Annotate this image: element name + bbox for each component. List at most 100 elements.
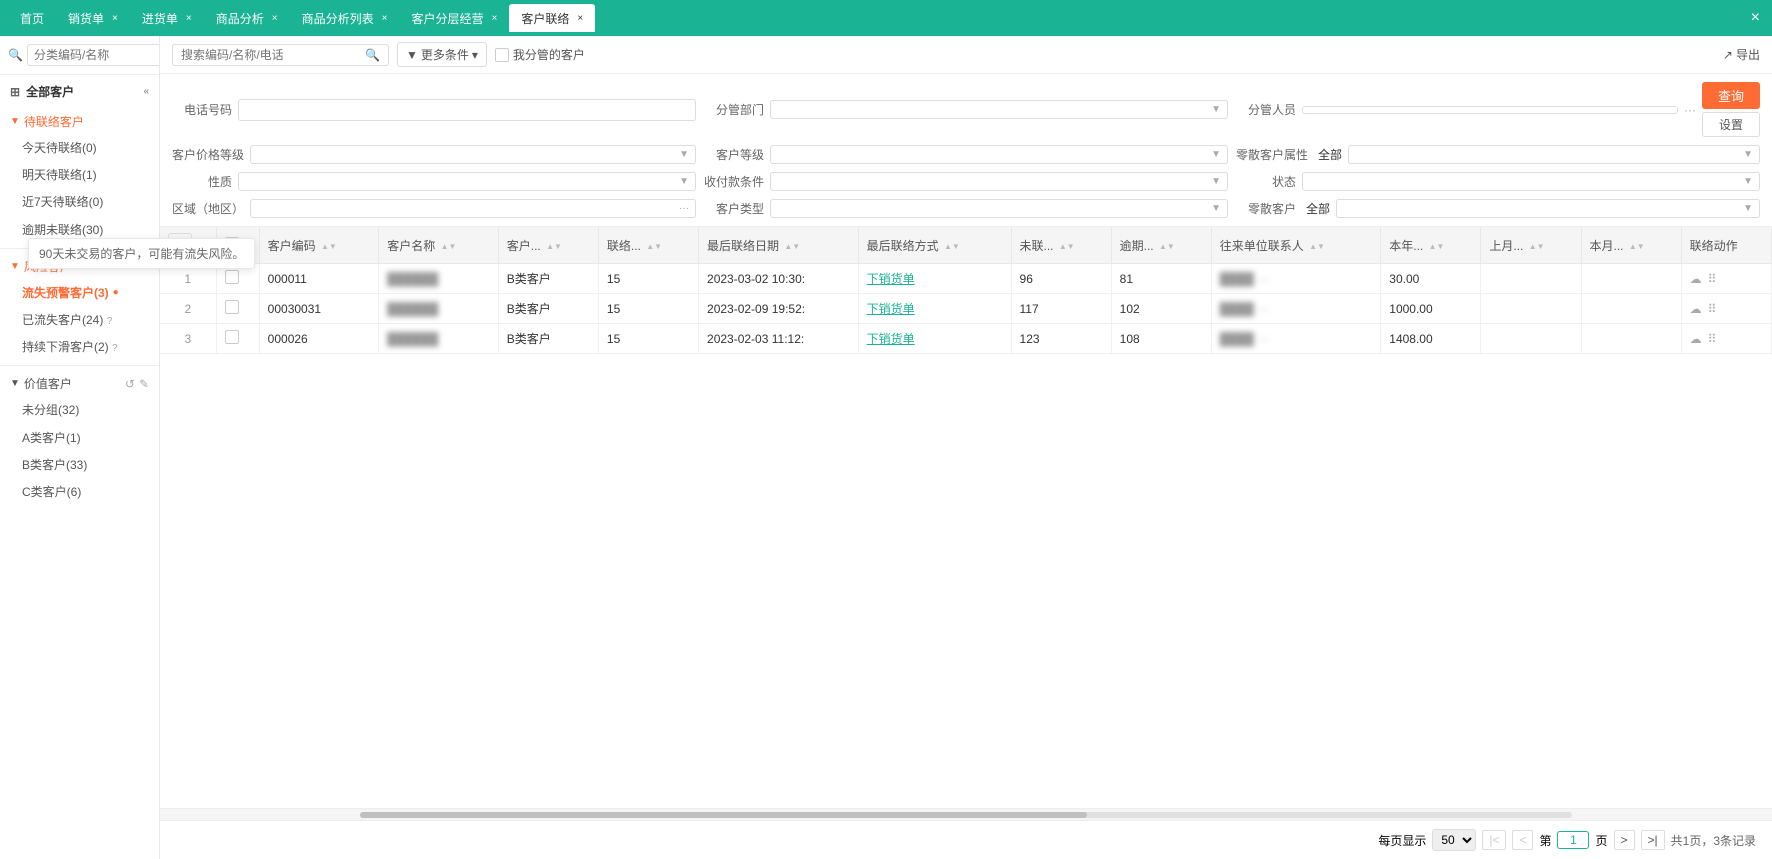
region-select[interactable]: ··· [250,199,696,218]
search-input[interactable] [181,48,361,62]
action-chat-icon-2[interactable]: ☁ [1690,332,1702,346]
page-size-select[interactable]: 50 [1432,829,1476,851]
sort-icon-uncontacted[interactable]: ▲▼ [1059,242,1075,251]
first-page-btn[interactable]: |< [1482,830,1506,850]
sidebar-item-c-class[interactable]: C类客户(6) [0,479,159,506]
sidebar-item-churn-warning[interactable]: 流失预警客户(3) ● [0,280,159,307]
contact-type-link-0[interactable]: 下销货单 [867,272,915,286]
sort-icon-type[interactable]: ▲▼ [546,242,562,251]
sidebar-item-declining[interactable]: 持续下滑客户(2) ? [0,334,159,361]
churn-tooltip: 90天未交易的客户，可能有流失风险。 [28,238,160,269]
scroll-track [360,812,1572,818]
row-this-month-1 [1581,294,1681,324]
tab-customer-contact[interactable]: 客户联络 × [509,4,595,32]
row-select-0[interactable] [225,270,239,284]
my-customers-check[interactable] [495,48,509,62]
customer-type-select[interactable]: ▼ [770,199,1228,218]
last-page-btn[interactable]: >| [1641,830,1665,850]
close-tab-customer-contact[interactable]: × [577,13,583,24]
next-page-btn[interactable]: > [1614,830,1635,850]
sort-icon-contacts[interactable]: ▲▼ [646,242,662,251]
sort-icon-name[interactable]: ▲▼ [441,242,457,251]
retail-attr-select[interactable]: ▼ [1348,145,1760,164]
row-this-year-2: 1408.00 [1381,324,1481,354]
retail-customer-select[interactable]: ▼ [1336,199,1760,218]
sidebar-item-today[interactable]: 今天待联络(0) [0,135,159,162]
row-overdue-1: 102 [1111,294,1211,324]
sidebar-item-churned[interactable]: 已流失客户(24) ? [0,307,159,334]
contact-type-link-1[interactable]: 下销货单 [867,302,915,316]
status-select[interactable]: ▼ [1302,172,1760,191]
close-tab-sales[interactable]: × [112,13,118,24]
horizontal-scrollbar[interactable] [160,808,1772,820]
query-button[interactable]: 查询 [1702,82,1760,109]
tab-purchase[interactable]: 进货单 × [130,4,204,32]
close-tab-customer-tier[interactable]: × [491,13,497,24]
close-tab-purchase[interactable]: × [186,13,192,24]
phone-input[interactable] [238,99,696,121]
tab-product-list[interactable]: 商品分析列表 × [290,4,400,32]
action-more-icon-0[interactable]: ⠿ [1708,272,1717,286]
manager-select[interactable] [1302,106,1678,114]
close-window-button[interactable]: × [1747,5,1764,31]
sidebar-group-pending[interactable]: ▼ 待联络客户 [0,108,159,135]
action-chat-icon-1[interactable]: ☁ [1690,302,1702,316]
customer-grade-select[interactable]: ▼ [770,145,1228,164]
sidebar-search-icon: 🔍 [8,48,23,62]
refresh-icon[interactable]: ↺ [125,377,135,391]
payment-select[interactable]: ▼ [770,172,1228,191]
row-select-2[interactable] [225,330,239,344]
col-overdue: 逾期... ▲▼ [1111,227,1211,264]
gender-select[interactable]: ▼ [238,172,696,191]
my-customers-checkbox[interactable]: 我分管的客户 [495,46,585,63]
sidebar-item-b-class[interactable]: B类客户(33) [0,452,159,479]
retail-attr-label: 零散客户属性 [1236,146,1308,163]
sort-icon-this-month[interactable]: ▲▼ [1629,242,1645,251]
tab-customer-tier[interactable]: 客户分层经营 × [399,4,509,32]
manager-more-dots[interactable]: ··· [1684,103,1696,117]
search-execute-icon[interactable]: 🔍 [365,48,380,62]
sidebar-collapse-btn[interactable]: « [143,86,149,97]
sidebar-search-input[interactable] [27,44,160,66]
settings-button[interactable]: 设置 [1702,112,1760,137]
retail-customer-value: 全部 [1306,200,1330,217]
sort-icon-last-type[interactable]: ▲▼ [944,242,960,251]
sidebar: 🔍 ⊞ 全部客户 « ▼ 待联络客户 今天待联络(0) 明天待联络(1) 近7天… [0,36,160,859]
prev-page-btn[interactable]: < [1512,830,1533,850]
sidebar-all-customers[interactable]: ⊞ 全部客户 « [0,75,159,108]
row-code-0: 000011 [259,264,379,294]
row-uncontacted-1: 117 [1011,294,1111,324]
page-number-input[interactable] [1557,831,1589,849]
table-row: 3 000026 ██████ B类客户 15 2023-02-03 11:12… [160,324,1772,354]
phone-label: 电话号码 [172,101,232,118]
sidebar-item-ungrouped[interactable]: 未分组(32) [0,397,159,424]
close-tab-product-list[interactable]: × [382,13,388,24]
total-info: 共1页，3条记录 [1671,832,1756,849]
row-select-1[interactable] [225,300,239,314]
sidebar-item-7days[interactable]: 近7天待联络(0) [0,189,159,216]
sidebar-group-value[interactable]: ▼ 价值客户 ↺ ✎ [0,370,159,397]
col-contacts: 联络... ▲▼ [598,227,698,264]
edit-icon[interactable]: ✎ [139,377,149,391]
sidebar-item-a-class[interactable]: A类客户(1) [0,425,159,452]
tab-sales[interactable]: 销货单 × [56,4,130,32]
dept-select[interactable]: ▼ [770,100,1228,119]
sort-icon-code[interactable]: ▲▼ [321,242,337,251]
sidebar-item-tomorrow[interactable]: 明天待联络(1) [0,162,159,189]
tab-home[interactable]: 首页 [8,4,56,32]
action-chat-icon-0[interactable]: ☁ [1690,272,1702,286]
action-more-icon-2[interactable]: ⠿ [1708,332,1717,346]
export-button[interactable]: ↗ 导出 [1723,46,1760,63]
more-conditions-btn[interactable]: ▼ 更多条件 ▾ [397,42,487,67]
scroll-thumb[interactable] [360,812,1087,818]
contact-type-link-2[interactable]: 下销货单 [867,332,915,346]
tab-product-analysis[interactable]: 商品分析 × [204,4,290,32]
action-more-icon-1[interactable]: ⠿ [1708,302,1717,316]
price-grade-select[interactable]: ▼ [250,145,696,164]
sort-icon-last-date[interactable]: ▲▼ [784,242,800,251]
close-tab-product-analysis[interactable]: × [272,13,278,24]
sort-icon-contact-person[interactable]: ▲▼ [1309,242,1325,251]
sort-icon-last-month[interactable]: ▲▼ [1529,242,1545,251]
sort-icon-this-year[interactable]: ▲▼ [1429,242,1445,251]
sort-icon-overdue[interactable]: ▲▼ [1159,242,1175,251]
